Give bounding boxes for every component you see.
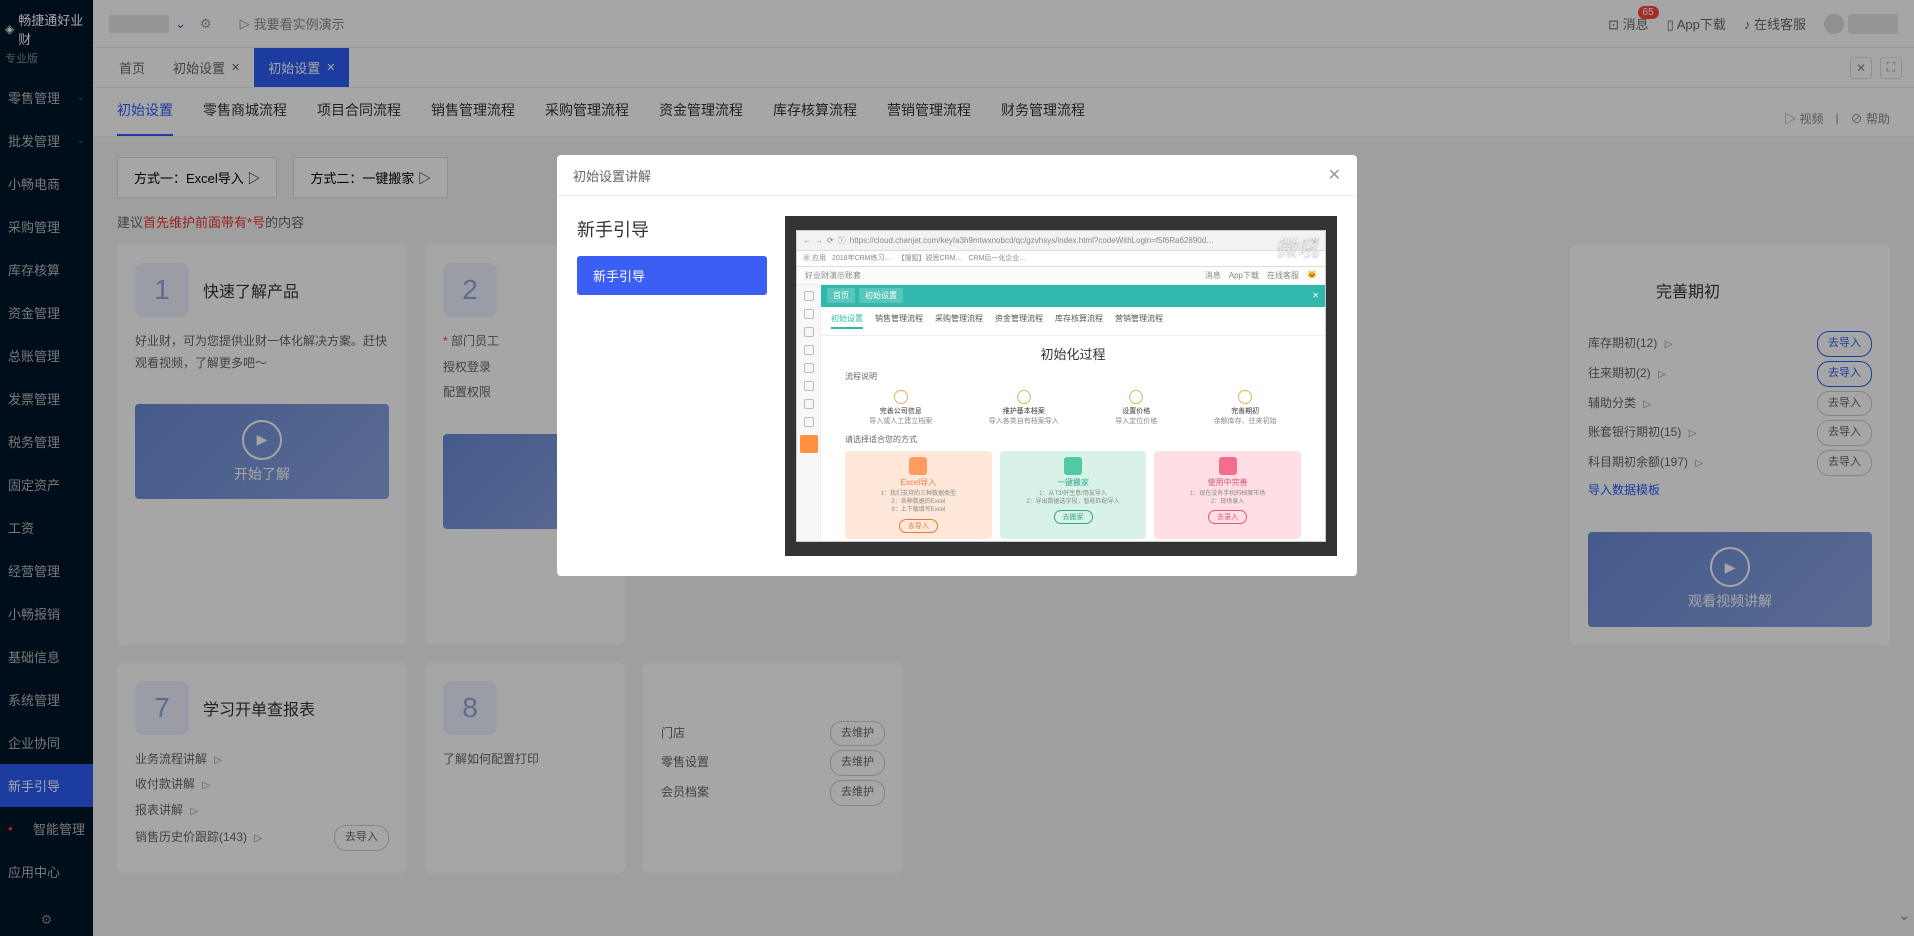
- modal: 初始设置讲解 ✕ 新手引导 新手引导 微吼 ←→⟳ⓘ https://cloud…: [557, 155, 1357, 576]
- modal-left-title: 新手引导: [577, 216, 767, 242]
- modal-title: 初始设置讲解: [573, 166, 651, 185]
- modal-guide-button[interactable]: 新手引导: [577, 256, 767, 295]
- modal-overlay: 初始设置讲解 ✕ 新手引导 新手引导 微吼 ←→⟳ⓘ https://cloud…: [0, 0, 1914, 936]
- vm-urlbar: ←→⟳ⓘ https://cloud.chanjet.com/key/a3h9m…: [797, 231, 1325, 251]
- modal-close-button[interactable]: ✕: [1328, 165, 1341, 185]
- video-player[interactable]: ←→⟳ⓘ https://cloud.chanjet.com/key/a3h9m…: [796, 230, 1326, 543]
